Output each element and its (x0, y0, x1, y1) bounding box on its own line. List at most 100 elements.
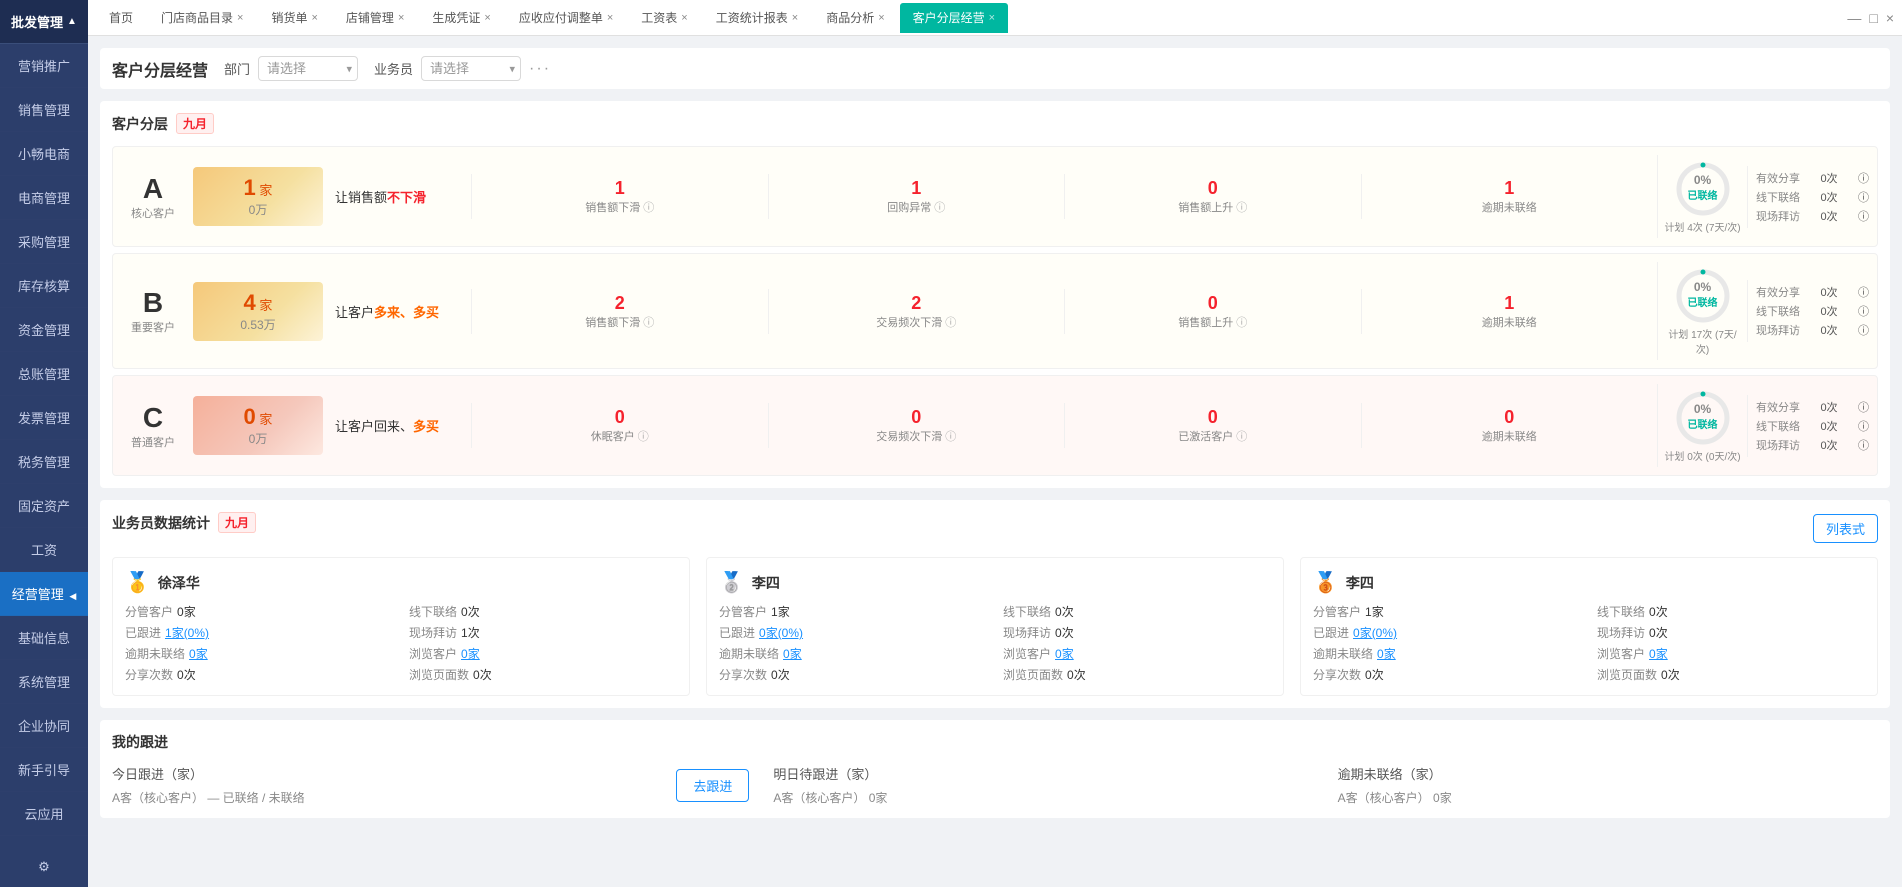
tier-b-letter: B (113, 287, 193, 319)
content-area: 客户分层经营 部门 请选择 业务员 请选择 ··· (88, 36, 1902, 887)
info-icon-ar1: ⓘ (1858, 189, 1869, 205)
sidebar-item-tax[interactable]: 税务管理 (0, 440, 88, 484)
sidebar-settings-button[interactable]: ⚙ (0, 847, 88, 887)
followup-overdue-col: 逾期未联络（家） A客（核心客户） 0家 (1338, 764, 1878, 806)
sales-card-0-field-2[interactable]: 已跟进 1家(0%) (125, 624, 393, 641)
sales-card-1-name: 李四 (752, 573, 780, 593)
tier-c-right-stats: 有效分享 0次 ⓘ 线下联络 0次 ⓘ 现场拜访 0次 ⓘ (1747, 395, 1877, 457)
sales-grid: 🥇 徐泽华 分管客户 0家 线下联络 0次 已跟进 (112, 557, 1878, 696)
sidebar-item-finance[interactable]: 资金管理 (0, 308, 88, 352)
info-icon-br2: ⓘ (1858, 322, 1869, 338)
tab-payroll-table[interactable]: 工资表 × (628, 3, 700, 33)
tier-a-stat-1: 1 回购异常 ⓘ (768, 174, 1065, 219)
sales-card-0-field-6: 分享次数 0次 (125, 666, 393, 683)
sales-card-1-field-4[interactable]: 逾期未联络 0家 (719, 645, 987, 662)
sidebar-item-ecommerce-small[interactable]: 小畅电商 (0, 132, 88, 176)
more-options-button[interactable]: ··· (529, 60, 551, 78)
tab-bar-controls: — □ × (1847, 10, 1894, 26)
customer-tier-section: 客户分层 九月 A 核心客户 1 家 0万 (100, 101, 1890, 488)
dept-select[interactable]: 请选择 (258, 56, 358, 81)
tab-close-customer-tier[interactable]: × (989, 12, 995, 24)
sidebar-item-ledger[interactable]: 总账管理 (0, 352, 88, 396)
tab-customer-tier[interactable]: 客户分层经营 × (900, 3, 1008, 33)
tab-close-payroll-report[interactable]: × (792, 12, 798, 24)
sidebar-item-management[interactable]: 经营管理 ◀ (0, 572, 88, 616)
sales-card-1-field-1: 线下联络 0次 (1003, 603, 1271, 620)
tier-c-label: C 普通客户 (113, 402, 193, 450)
tab-close-payroll-table[interactable]: × (681, 12, 687, 24)
tab-payroll-report[interactable]: 工资统计报表 × (703, 3, 811, 33)
tab-close-store-products[interactable]: × (237, 12, 243, 24)
sidebar-item-marketing[interactable]: 营销推广 (0, 44, 88, 88)
tier-a-amount: 0万 (249, 201, 268, 218)
info-icon-c1: ⓘ (945, 431, 956, 443)
sales-card-2-name: 李四 (1346, 573, 1374, 593)
sidebar-item-invoice[interactable]: 发票管理 (0, 396, 88, 440)
followup-grid: 今日跟进（家） A客（核心客户） — 已联络 / 未联络 去跟进 明日待跟进（家… (112, 764, 1878, 806)
tier-c-stat-3: 0 逾期未联络 (1361, 403, 1658, 448)
sales-card-2-field-4[interactable]: 逾期未联络 0家 (1313, 645, 1581, 662)
sidebar-item-base-info[interactable]: 基础信息 (0, 616, 88, 660)
tier-c-count-block: 0 家 0万 (193, 396, 323, 455)
tier-a-circle-container: 0% 已联络 (1673, 159, 1733, 219)
tab-sales-order[interactable]: 销货单 × (258, 3, 330, 33)
tier-c-stat-2: 0 已激活客户 ⓘ (1064, 403, 1361, 448)
followup-goto-wrap: 去跟进 (676, 769, 749, 802)
sidebar-item-inventory[interactable]: 库存核算 (0, 264, 88, 308)
minimize-icon[interactable]: — (1847, 10, 1861, 26)
tab-home[interactable]: 首页 (96, 3, 146, 33)
tab-product-analysis[interactable]: 商品分析 × (813, 3, 897, 33)
sales-card-1-field-2[interactable]: 已跟进 0家(0%) (719, 624, 987, 641)
sidebar-item-assets[interactable]: 固定资产 (0, 484, 88, 528)
sales-card-1-field-3: 现场拜访 0次 (1003, 624, 1271, 641)
main-area: 首页 门店商品目录 × 销货单 × 店铺管理 × 生成凭证 × 应收应付调整单 … (88, 0, 1902, 887)
list-view-button[interactable]: 列表式 (1813, 514, 1878, 543)
followup-tomorrow-label: 明日待跟进（家） (773, 764, 1313, 783)
sales-card-1-field-5[interactable]: 浏览客户 0家 (1003, 645, 1271, 662)
sales-select[interactable]: 请选择 (421, 56, 521, 81)
tab-ar-ap[interactable]: 应收应付调整单 × (506, 3, 626, 33)
sidebar-item-collab[interactable]: 企业协同 (0, 704, 88, 748)
sales-card-2-field-5[interactable]: 浏览客户 0家 (1597, 645, 1865, 662)
sidebar-item-system[interactable]: 系统管理 (0, 660, 88, 704)
sidebar-item-purchase[interactable]: 采购管理 (0, 220, 88, 264)
tier-a-letter: A (113, 173, 193, 205)
sidebar-item-sales[interactable]: 销售管理 (0, 88, 88, 132)
info-icon-cr1: ⓘ (1858, 418, 1869, 434)
sidebar-item-cloud[interactable]: 云应用 (0, 792, 88, 836)
sidebar-item-guide[interactable]: 新手引导 (0, 748, 88, 792)
tab-store-manage[interactable]: 店铺管理 × (333, 3, 417, 33)
tier-b-stat-1: 2 交易频次下滑 ⓘ (768, 289, 1065, 334)
sidebar-item-ecommerce[interactable]: 电商管理 (0, 176, 88, 220)
sales-card-1: 🥈 李四 分管客户 1家 线下联络 0次 已跟进 (706, 557, 1284, 696)
close-window-icon[interactable]: × (1886, 10, 1894, 26)
biz-stats-title: 业务员数据统计 九月 (112, 512, 256, 533)
info-icon-b0: ⓘ (643, 317, 654, 329)
sales-label: 业务员 (374, 59, 413, 78)
sales-card-0-field-4[interactable]: 逾期未联络 0家 (125, 645, 393, 662)
tab-close-product-analysis[interactable]: × (878, 12, 884, 24)
restore-icon[interactable]: □ (1869, 10, 1877, 26)
tier-a-right-2: 现场拜访 0次 ⓘ (1756, 208, 1869, 224)
tier-b-right-stats: 有效分享 0次 ⓘ 线下联络 0次 ⓘ 现场拜访 0次 ⓘ (1747, 280, 1877, 342)
tab-store-products[interactable]: 门店商品目录 × (148, 3, 256, 33)
dept-filter: 部门 请选择 (224, 56, 358, 81)
tab-voucher[interactable]: 生成凭证 × (419, 3, 503, 33)
sales-card-2: 🥉 李四 分管客户 1家 线下联络 0次 已跟进 (1300, 557, 1878, 696)
sales-card-0-field-5[interactable]: 浏览客户 0家 (409, 645, 677, 662)
sidebar-item-payroll[interactable]: 工资 (0, 528, 88, 572)
tab-close-voucher[interactable]: × (484, 12, 490, 24)
sales-card-2-field-2[interactable]: 已跟进 0家(0%) (1313, 624, 1581, 641)
tab-close-sales-order[interactable]: × (311, 12, 317, 24)
tab-close-store-manage[interactable]: × (398, 12, 404, 24)
tier-b-circle-pct: 0% 已联络 (1688, 280, 1718, 309)
sales-card-2-header: 🥉 李四 (1313, 570, 1865, 595)
tier-a-count: 1 家 (244, 175, 273, 201)
tier-a-circle: 0% 已联络 计划 4次 (7天/次) (1657, 155, 1747, 238)
followup-overdue-sub: A客（核心客户） 0家 (1338, 789, 1878, 806)
tier-c-name: 普通客户 (131, 437, 175, 449)
tier-b-stats: 2 销售额下滑 ⓘ 2 交易频次下滑 ⓘ (471, 289, 1657, 334)
tab-close-ar-ap[interactable]: × (607, 12, 613, 24)
goto-followup-button[interactable]: 去跟进 (676, 769, 749, 802)
tier-row-a: A 核心客户 1 家 0万 让销售额不下滑 (112, 146, 1878, 247)
